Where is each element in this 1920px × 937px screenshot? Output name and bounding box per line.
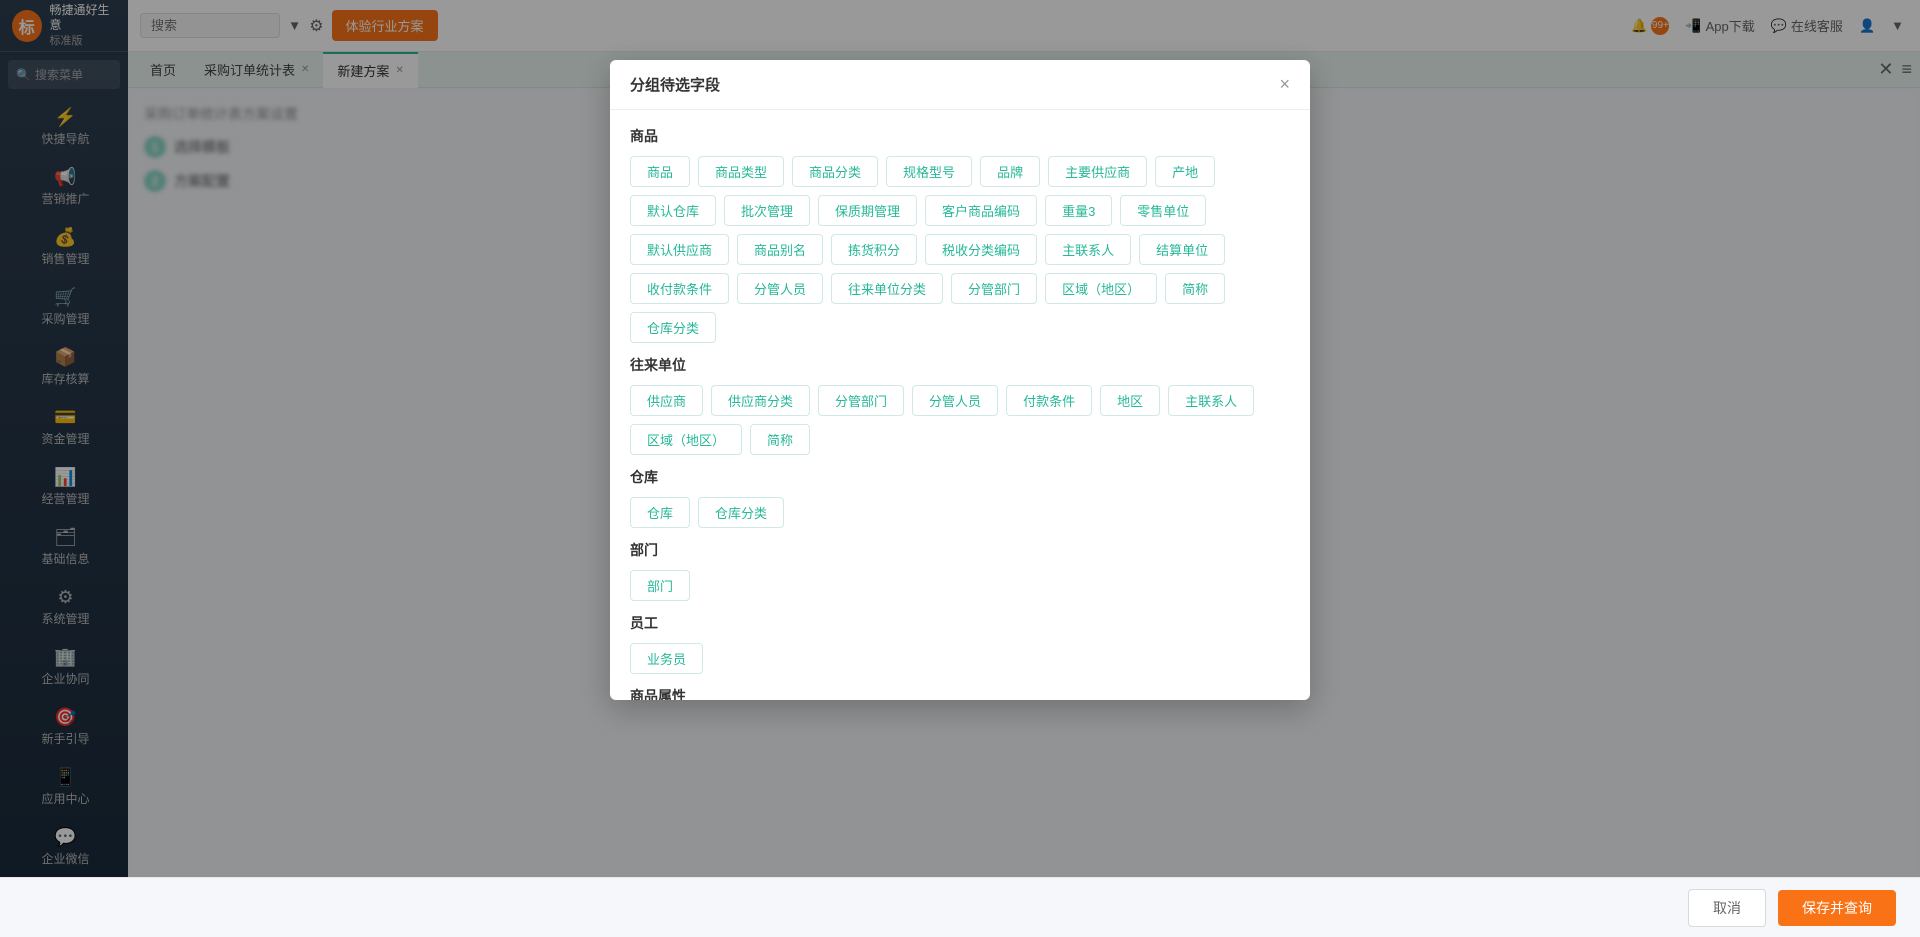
field-chip-0-20[interactable]: 分管人员 [737, 273, 823, 304]
field-group-grid-3: 部门 [630, 570, 1290, 601]
modal-overlay: 分组待选字段 × 商品商品商品类型商品分类规格型号品牌主要供应商产地默认仓库批次… [0, 0, 1920, 937]
save-button[interactable]: 保存并查询 [1778, 890, 1896, 926]
field-chip-0-8[interactable]: 批次管理 [724, 195, 810, 226]
footer-area: 取消 保存并查询 [0, 877, 1920, 937]
cancel-button[interactable]: 取消 [1688, 889, 1766, 927]
field-chip-0-23[interactable]: 区域（地区） [1045, 273, 1157, 304]
field-group-grid-1: 供应商供应商分类分管部门分管人员付款条件地区主联系人区域（地区） 简称 [630, 385, 1290, 455]
field-chip-0-6[interactable]: 产地 [1155, 156, 1215, 187]
field-chip-3-0[interactable]: 部门 [630, 570, 690, 601]
field-chip-0-2[interactable]: 商品分类 [792, 156, 878, 187]
field-chip-1-0[interactable]: 供应商 [630, 385, 703, 416]
field-chip-0-13[interactable]: 默认供应商 [630, 234, 729, 265]
field-chip-1-2[interactable]: 分管部门 [818, 385, 904, 416]
field-chip-0-3[interactable]: 规格型号 [886, 156, 972, 187]
field-chip-0-10[interactable]: 客户商品编码 [925, 195, 1037, 226]
field-chip-1-7[interactable]: 区域（地区） [630, 424, 742, 455]
field-chip-0-17[interactable]: 主联系人 [1045, 234, 1131, 265]
field-chip-0-21[interactable]: 往来单位分类 [831, 273, 943, 304]
field-group-title-2: 仓库 [630, 467, 1290, 487]
field-chip-0-24[interactable]: 简称 [1165, 273, 1225, 304]
field-group-grid-0: 商品商品类型商品分类规格型号品牌主要供应商产地默认仓库批次管理保质期管理客户商品… [630, 156, 1290, 343]
field-chip-0-7[interactable]: 默认仓库 [630, 195, 716, 226]
field-chip-0-4[interactable]: 品牌 [980, 156, 1040, 187]
field-chip-0-15[interactable]: 拣货积分 [831, 234, 917, 265]
field-chip-1-3[interactable]: 分管人员 [912, 385, 998, 416]
field-chip-4-0[interactable]: 业务员 [630, 643, 703, 674]
field-chip-0-19[interactable]: 收付款条件 [630, 273, 729, 304]
field-chip-0-5[interactable]: 主要供应商 [1048, 156, 1147, 187]
field-chip-1-8[interactable]: 简称 [750, 424, 810, 455]
field-chip-0-25[interactable]: 仓库分类 [630, 312, 716, 343]
field-chip-0-9[interactable]: 保质期管理 [818, 195, 917, 226]
field-group-title-1: 往来单位 [630, 355, 1290, 375]
field-select-modal: 分组待选字段 × 商品商品商品类型商品分类规格型号品牌主要供应商产地默认仓库批次… [610, 60, 1310, 700]
field-group-title-3: 部门 [630, 540, 1290, 560]
field-group-grid-2: 仓库仓库分类 [630, 497, 1290, 528]
field-chip-0-1[interactable]: 商品类型 [698, 156, 784, 187]
field-chip-0-14[interactable]: 商品别名 [737, 234, 823, 265]
modal-close-button[interactable]: × [1279, 74, 1290, 95]
field-group-title-4: 员工 [630, 613, 1290, 633]
field-group-grid-4: 业务员 [630, 643, 1290, 674]
field-chip-1-6[interactable]: 主联系人 [1168, 385, 1254, 416]
field-chip-0-12[interactable]: 零售单位 [1120, 195, 1206, 226]
field-group-title-0: 商品 [630, 126, 1290, 146]
field-chip-1-1[interactable]: 供应商分类 [711, 385, 810, 416]
field-chip-2-1[interactable]: 仓库分类 [698, 497, 784, 528]
field-chip-0-16[interactable]: 税收分类编码 [925, 234, 1037, 265]
field-group-title-5: 商品属性 [630, 686, 1290, 700]
modal-header: 分组待选字段 × [610, 60, 1310, 110]
field-chip-0-18[interactable]: 结算单位 [1139, 234, 1225, 265]
field-chip-0-11[interactable]: 重量3 [1045, 195, 1112, 226]
modal-title: 分组待选字段 [630, 74, 720, 95]
field-chip-2-0[interactable]: 仓库 [630, 497, 690, 528]
field-chip-1-4[interactable]: 付款条件 [1006, 385, 1092, 416]
modal-body[interactable]: 商品商品商品类型商品分类规格型号品牌主要供应商产地默认仓库批次管理保质期管理客户… [610, 110, 1310, 700]
field-chip-0-22[interactable]: 分管部门 [951, 273, 1037, 304]
field-chip-1-5[interactable]: 地区 [1100, 385, 1160, 416]
field-chip-0-0[interactable]: 商品 [630, 156, 690, 187]
